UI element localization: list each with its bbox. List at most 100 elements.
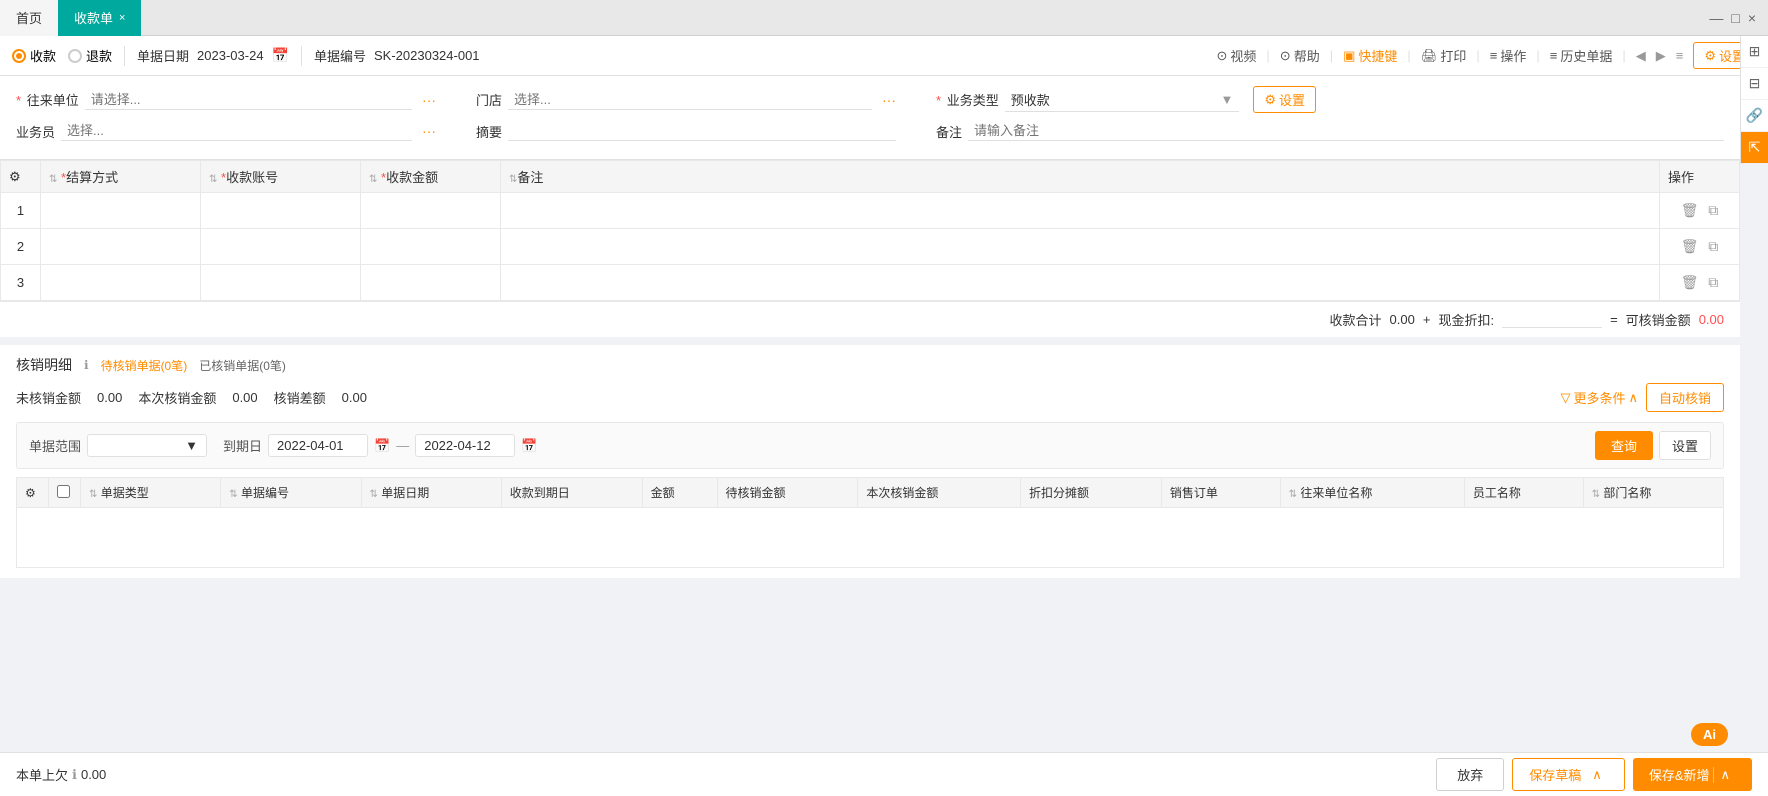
- select-all-checkbox[interactable]: [57, 485, 70, 498]
- col-settings[interactable]: ⚙: [17, 478, 49, 508]
- table-settings-header[interactable]: ⚙: [1, 161, 41, 193]
- row-2-settlement[interactable]: [41, 229, 201, 265]
- row-1-delete-icon[interactable]: 🗑: [1681, 202, 1699, 218]
- row-2-account[interactable]: [201, 229, 361, 265]
- date-end-input[interactable]: [415, 434, 515, 457]
- abandon-button[interactable]: 放弃: [1436, 758, 1504, 791]
- row-1-copy-icon[interactable]: ⧉: [1708, 202, 1718, 218]
- window-minimize-icon[interactable]: —: [1709, 10, 1723, 26]
- tab-home[interactable]: 首页: [0, 0, 58, 36]
- writeoff-title: 核销明细: [16, 355, 72, 375]
- range-select[interactable]: ▼: [87, 434, 207, 457]
- receipt-radio-dot: [12, 49, 26, 63]
- window-maximize-icon[interactable]: □: [1731, 10, 1739, 26]
- list-view-icon[interactable]: ≡: [1676, 48, 1684, 63]
- counterpart-input[interactable]: [85, 90, 412, 110]
- business-type-select[interactable]: 预收款 ▼: [1005, 88, 1240, 112]
- top-toolbar: 收款 退款 单据日期 2023-03-24 📅 单据编号 SK-20230324…: [0, 36, 1768, 76]
- writeoff-stats-right: ▽ 更多条件 ∧ 自动核销: [1560, 383, 1724, 412]
- toolbar-right: ⊙ 视频 | ⊙ 帮助 | ▣ 快捷键 | 🖨 打印 | ≡ 操作 | ≡ 历史…: [1216, 42, 1756, 69]
- help-btn[interactable]: ⊙ 帮助: [1280, 46, 1320, 65]
- col-settlement: ⇅ *结算方式: [41, 161, 201, 193]
- col-checkbox[interactable]: [49, 478, 81, 508]
- row-2-amount[interactable]: [361, 229, 501, 265]
- filter-settings-button[interactable]: 设置: [1659, 431, 1711, 460]
- ai-badge[interactable]: Ai: [1691, 723, 1728, 746]
- business-settings-label: 设置: [1279, 90, 1305, 109]
- store-more-icon[interactable]: ···: [882, 92, 896, 108]
- row-2-remark[interactable]: [501, 229, 1660, 265]
- calendar-start-icon[interactable]: 📅: [374, 438, 390, 454]
- print-btn[interactable]: 🖨 打印: [1421, 46, 1467, 65]
- auto-writeoff-button[interactable]: 自动核销: [1646, 383, 1724, 412]
- row-3-settlement[interactable]: [41, 265, 201, 301]
- filter-row: 单据范围 ▼ 到期日 📅 — 📅 查询 设置: [16, 422, 1724, 469]
- bottom-info-label: 本单上欠: [16, 765, 68, 784]
- counterpart-more-icon[interactable]: ···: [422, 92, 436, 108]
- writeoff-tab-pending[interactable]: 待核销单据(0笔): [101, 357, 188, 374]
- business-type-label: * 业务类型: [936, 90, 999, 109]
- col-remark: ⇅备注: [501, 161, 1660, 193]
- save-new-dropdown-icon[interactable]: ∧: [1713, 767, 1736, 783]
- nav-right-icon[interactable]: ▶: [1656, 48, 1666, 64]
- row-3-amount[interactable]: [361, 265, 501, 301]
- table-settings-icon[interactable]: ⚙: [9, 169, 21, 184]
- row-1-amount[interactable]: [361, 193, 501, 229]
- table-header-row: ⚙ ⇅ *结算方式 ⇅ *收款账号 ⇅ *收款金额 ⇅备: [1, 161, 1740, 193]
- row-3-delete-icon[interactable]: 🗑: [1681, 274, 1699, 290]
- row-1-account[interactable]: [201, 193, 361, 229]
- business-settings-button[interactable]: ⚙ 设置: [1253, 86, 1316, 113]
- right-panel-chart-icon[interactable]: ⊟: [1741, 68, 1768, 100]
- remark-input[interactable]: [968, 121, 1724, 141]
- unchecked-value: 0.00: [97, 390, 122, 405]
- row-3-remark[interactable]: [501, 265, 1660, 301]
- writeoff-tab-done[interactable]: 已核销单据(0笔): [199, 357, 286, 374]
- row-3-copy-icon[interactable]: ⧉: [1708, 274, 1718, 290]
- row-3-account[interactable]: [201, 265, 361, 301]
- window-close-icon[interactable]: ×: [1748, 10, 1756, 26]
- save-draft-button[interactable]: 保存草稿 ∧: [1512, 758, 1625, 791]
- employee-input[interactable]: [61, 121, 412, 141]
- tab-receipt[interactable]: 收款单 ×: [58, 0, 141, 36]
- history-btn[interactable]: ≡ 历史单据: [1550, 46, 1613, 65]
- operation-label: 操作: [1500, 46, 1526, 65]
- query-button[interactable]: 查询: [1595, 431, 1653, 460]
- tab-close-icon[interactable]: ×: [119, 12, 125, 24]
- save-draft-dropdown-icon[interactable]: ∧: [1585, 767, 1608, 783]
- nav-left-icon[interactable]: ◀: [1636, 48, 1646, 64]
- discount-input[interactable]: [1502, 312, 1602, 328]
- right-panel-link-icon[interactable]: 🔗: [1741, 100, 1768, 132]
- due-date-label: 到期日: [223, 436, 262, 455]
- right-panel-table-icon[interactable]: ⊞: [1741, 36, 1768, 68]
- row-1-settlement[interactable]: [41, 193, 201, 229]
- summary-input[interactable]: [508, 121, 896, 141]
- operation-btn[interactable]: ≡ 操作: [1490, 46, 1527, 65]
- row-1-remark[interactable]: [501, 193, 1660, 229]
- col-employee: 员工名称: [1464, 478, 1583, 508]
- video-btn[interactable]: ⊙ 视频: [1216, 46, 1256, 65]
- date-start-input[interactable]: [268, 434, 368, 457]
- row-2-copy-icon[interactable]: ⧉: [1708, 238, 1718, 254]
- toolbar-divider-2: [301, 46, 302, 66]
- current-value: 0.00: [232, 390, 257, 405]
- tab-bar-right: — □ ×: [1709, 10, 1768, 26]
- receipt-radio[interactable]: 收款: [12, 46, 56, 65]
- save-new-button[interactable]: 保存&新增 ∧: [1633, 758, 1752, 791]
- employee-more-icon[interactable]: ···: [422, 123, 436, 139]
- col-doc-number: ⇅ 单据编号: [221, 478, 361, 508]
- range-arrow-icon: ▼: [185, 438, 198, 453]
- refund-radio[interactable]: 退款: [68, 46, 112, 65]
- more-conditions-btn[interactable]: ▽ 更多条件 ∧: [1560, 388, 1638, 407]
- calendar-end-icon[interactable]: 📅: [521, 438, 537, 454]
- business-type-value: 预收款: [1011, 90, 1050, 109]
- calendar-icon[interactable]: 📅: [272, 47, 289, 64]
- filter-icon: ▽: [1560, 390, 1570, 406]
- right-panel-expand-icon[interactable]: ⇱: [1741, 132, 1768, 164]
- table-row: 1 🗑 ⧉: [1, 193, 1740, 229]
- bottom-info-icon[interactable]: ℹ: [72, 767, 77, 783]
- store-input[interactable]: [508, 90, 872, 110]
- shortcut-btn[interactable]: ▣ 快捷键: [1343, 46, 1397, 65]
- row-2-delete-icon[interactable]: 🗑: [1681, 238, 1699, 254]
- refund-radio-label: 退款: [86, 46, 112, 65]
- writeoff-info-icon[interactable]: ℹ: [84, 358, 89, 372]
